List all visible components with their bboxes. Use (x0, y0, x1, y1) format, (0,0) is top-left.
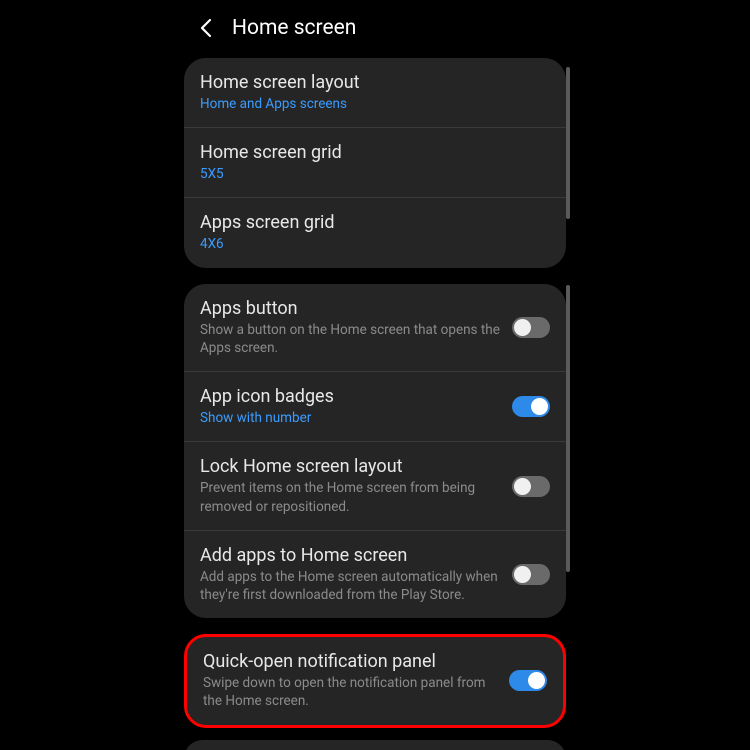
settings-group-partial: Rotate to landscape mode (184, 740, 566, 750)
scrollbar-segment[interactable] (566, 285, 570, 572)
toggle-knob (514, 478, 531, 495)
row-app-icon-badges[interactable]: App icon badges Show with number (184, 372, 566, 442)
page-title: Home screen (232, 16, 356, 40)
toggle-add-apps[interactable] (512, 564, 550, 585)
row-text: Lock Home screen layout Prevent items on… (200, 456, 512, 515)
row-text: Apps button Show a button on the Home sc… (200, 298, 512, 357)
row-apps-button[interactable]: Apps button Show a button on the Home sc… (184, 284, 566, 372)
toggle-quick-open-notification[interactable] (509, 670, 547, 691)
row-text: Home screen grid 5X5 (200, 142, 550, 183)
toggle-knob (514, 566, 531, 583)
row-title: Home screen grid (200, 142, 538, 163)
row-text: Apps screen grid 4X6 (200, 212, 550, 253)
row-title: Quick-open notification panel (203, 651, 497, 672)
row-text: Quick-open notification panel Swipe down… (203, 651, 509, 710)
toggle-knob (531, 398, 548, 415)
row-title: Apps button (200, 298, 500, 319)
app-header: Home screen (180, 0, 570, 58)
toggle-knob (528, 672, 545, 689)
row-text: App icon badges Show with number (200, 386, 512, 427)
scrollbar-segment[interactable] (566, 67, 570, 219)
row-quick-open-notification[interactable]: Quick-open notification panel Swipe down… (187, 637, 563, 724)
row-subtitle: Show with number (200, 409, 500, 427)
highlighted-setting: Quick-open notification panel Swipe down… (184, 634, 566, 727)
toggle-lock-layout[interactable] (512, 476, 550, 497)
row-subtitle: 5X5 (200, 165, 538, 183)
row-text: Home screen layout Home and Apps screens (200, 72, 550, 113)
row-rotate-landscape[interactable]: Rotate to landscape mode (184, 740, 566, 750)
settings-group-apps: Apps button Show a button on the Home sc… (184, 284, 566, 619)
row-title: App icon badges (200, 386, 500, 407)
toggle-knob (514, 319, 531, 336)
back-icon[interactable] (198, 18, 214, 38)
row-title: Home screen layout (200, 72, 538, 93)
row-subtitle: Swipe down to open the notification pane… (203, 674, 497, 710)
row-title: Apps screen grid (200, 212, 538, 233)
row-title: Add apps to Home screen (200, 545, 500, 566)
settings-group-layout: Home screen layout Home and Apps screens… (184, 58, 566, 268)
settings-content: Home screen layout Home and Apps screens… (180, 58, 570, 750)
row-home-screen-grid[interactable]: Home screen grid 5X5 (184, 128, 566, 198)
row-text: Add apps to Home screen Add apps to the … (200, 545, 512, 604)
row-home-screen-layout[interactable]: Home screen layout Home and Apps screens (184, 58, 566, 128)
row-lock-home-screen-layout[interactable]: Lock Home screen layout Prevent items on… (184, 442, 566, 530)
row-subtitle: Prevent items on the Home screen from be… (200, 479, 500, 515)
row-title: Lock Home screen layout (200, 456, 500, 477)
row-subtitle: Home and Apps screens (200, 95, 538, 113)
row-subtitle: Add apps to the Home screen automaticall… (200, 568, 500, 604)
toggle-app-icon-badges[interactable] (512, 396, 550, 417)
row-subtitle: 4X6 (200, 235, 538, 253)
row-subtitle: Show a button on the Home screen that op… (200, 321, 500, 357)
toggle-apps-button[interactable] (512, 317, 550, 338)
row-add-apps-to-home[interactable]: Add apps to Home screen Add apps to the … (184, 531, 566, 618)
row-apps-screen-grid[interactable]: Apps screen grid 4X6 (184, 198, 566, 267)
